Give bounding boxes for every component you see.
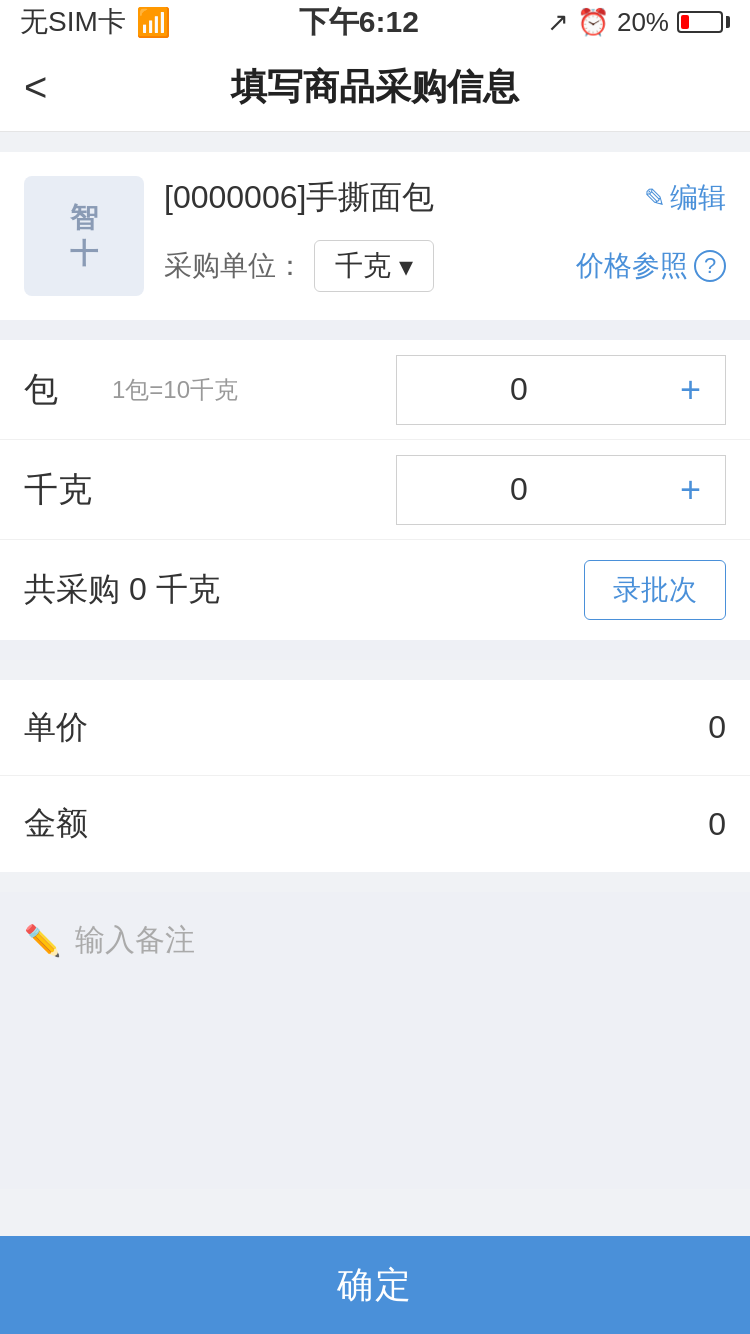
status-right: ↗ ⏰ 20%	[547, 7, 730, 38]
unit-price-value: 0	[708, 709, 726, 746]
product-image: 智 十	[24, 176, 144, 296]
time-label: 下午6:12	[299, 2, 419, 43]
edit-label: 编辑	[670, 179, 726, 217]
kg-input-row: 千克 +	[0, 440, 750, 540]
pencil-icon: ✏️	[24, 923, 61, 958]
confirm-button[interactable]: 确定	[0, 1236, 750, 1334]
bag-quantity-input[interactable]	[396, 355, 656, 425]
price-reference-button[interactable]: 价格参照 ?	[576, 247, 726, 285]
amount-label: 金额	[24, 802, 88, 846]
price-section: 单价 0 金额 0	[0, 680, 750, 872]
separator-2	[0, 640, 750, 660]
note-placeholder: 输入备注	[75, 920, 195, 961]
content-spacer	[0, 989, 750, 1189]
edit-button[interactable]: ✎ 编辑	[644, 179, 726, 217]
back-button[interactable]: <	[24, 65, 47, 110]
batch-record-button[interactable]: 录批次	[584, 560, 726, 620]
unit-value: 千克	[335, 247, 391, 285]
product-name-row: [0000006]手撕面包 ✎ 编辑	[164, 176, 726, 220]
unit-row: 采购单位： 千克 ▾ 价格参照 ?	[164, 240, 726, 292]
battery-body	[677, 11, 723, 33]
battery-cap	[726, 16, 730, 28]
input-section: 包 1包=10千克 + 千克 +	[0, 340, 750, 540]
carrier-label: 无SIM卡	[20, 3, 126, 41]
separator-1	[0, 320, 750, 340]
bag-input-row: 包 1包=10千克 +	[0, 340, 750, 440]
unit-price-row: 单价 0	[0, 680, 750, 776]
product-logo: 智 十	[70, 200, 98, 273]
bag-plus-button[interactable]: +	[656, 355, 726, 425]
bag-input-controls: +	[396, 355, 726, 425]
battery-fill	[681, 15, 689, 29]
product-card: 智 十 [0000006]手撕面包 ✎ 编辑 采购单位： 千克 ▾	[0, 152, 750, 320]
unit-prefix-label: 采购单位：	[164, 247, 304, 285]
kg-input-controls: +	[396, 455, 726, 525]
kg-quantity-input[interactable]	[396, 455, 656, 525]
unit-price-label: 单价	[24, 706, 88, 750]
alarm-icon: ⏰	[577, 7, 609, 38]
edit-icon: ✎	[644, 183, 666, 214]
unit-select[interactable]: 千克 ▾	[314, 240, 434, 292]
amount-value: 0	[708, 806, 726, 843]
product-info: [0000006]手撕面包 ✎ 编辑 采购单位： 千克 ▾ 价格参照 ?	[164, 176, 726, 292]
kg-plus-button[interactable]: +	[656, 455, 726, 525]
product-name: [0000006]手撕面包	[164, 176, 434, 220]
battery-indicator	[677, 11, 730, 33]
info-icon: ?	[694, 250, 726, 282]
battery-percent: 20%	[617, 7, 669, 38]
location-icon: ↗	[547, 7, 569, 38]
page-title: 填写商品采购信息	[231, 63, 519, 112]
bag-sub-label: 1包=10千克	[112, 374, 396, 406]
kg-label: 千克	[24, 467, 104, 513]
summary-row: 共采购 0 千克 录批次	[0, 540, 750, 640]
chevron-down-icon: ▾	[399, 250, 413, 283]
status-bar: 无SIM卡 📶 下午6:12 ↗ ⏰ 20%	[0, 0, 750, 44]
nav-bar: < 填写商品采购信息	[0, 44, 750, 132]
amount-row: 金额 0	[0, 776, 750, 872]
status-left: 无SIM卡 📶	[20, 3, 171, 41]
price-ref-label: 价格参照	[576, 247, 688, 285]
note-section[interactable]: ✏️ 输入备注	[0, 892, 750, 989]
wifi-icon: 📶	[136, 6, 171, 39]
bag-label: 包	[24, 367, 104, 413]
summary-text: 共采购 0 千克	[24, 568, 220, 612]
